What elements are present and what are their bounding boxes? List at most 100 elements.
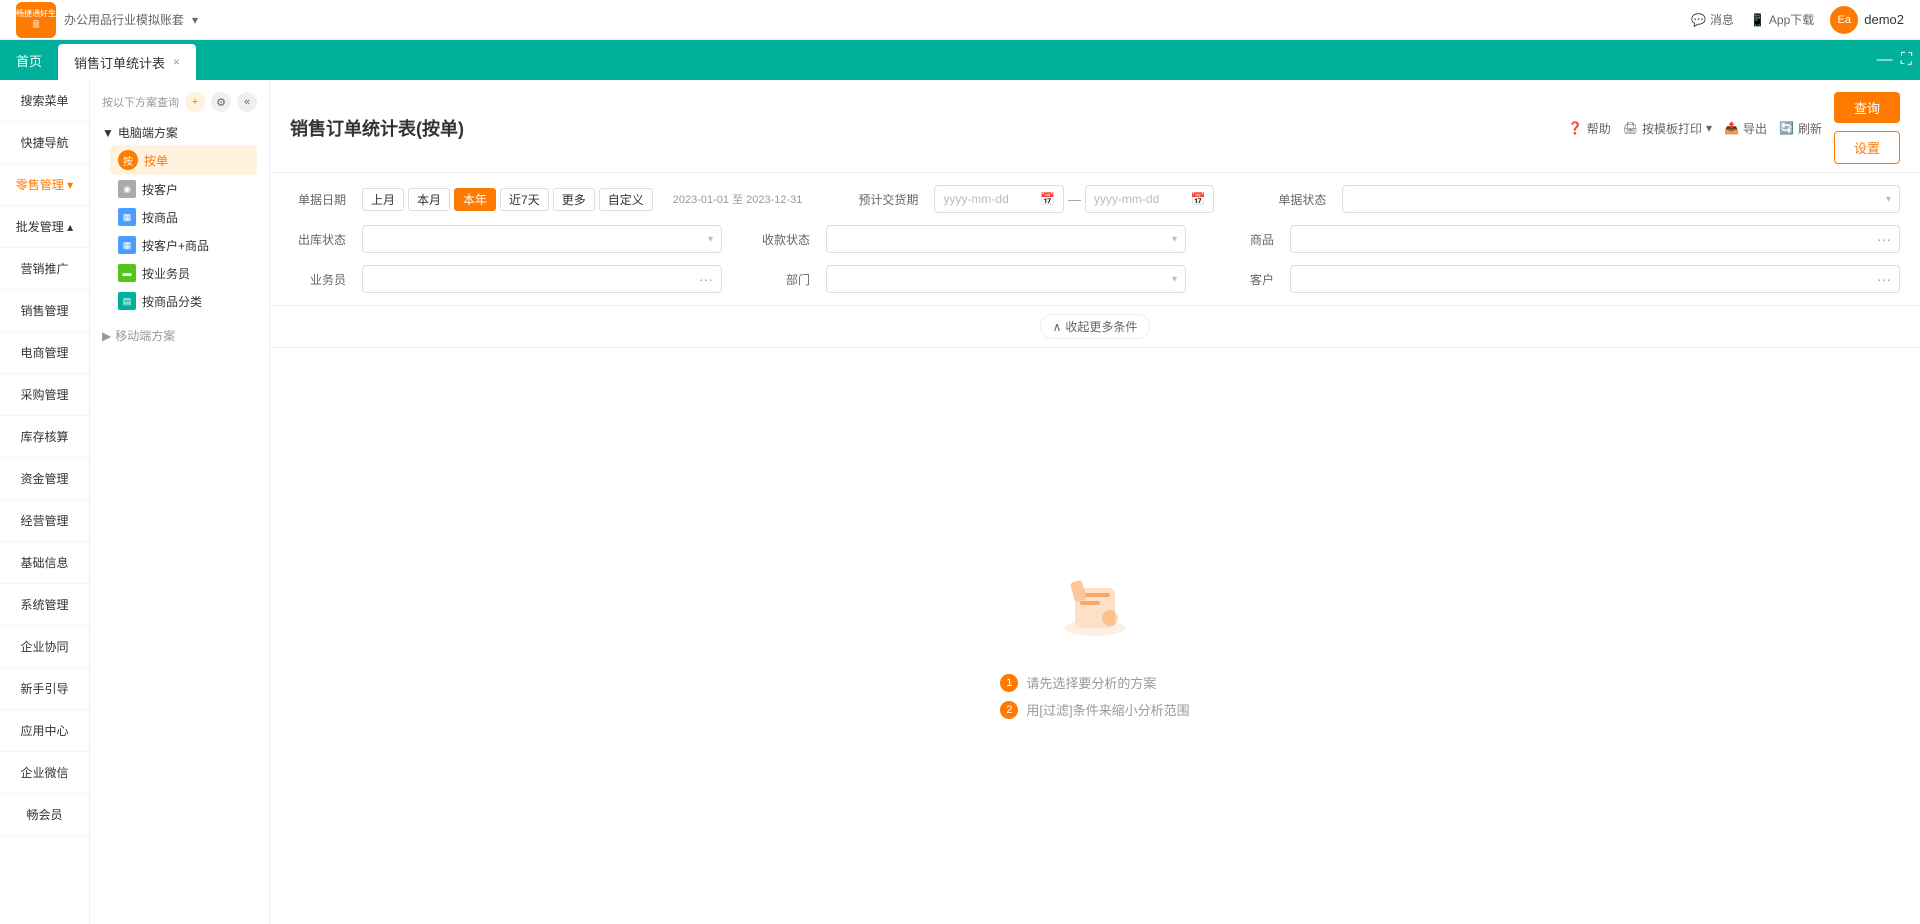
sidebar-item-inventory[interactable]: 库存核算 <box>0 416 89 458</box>
scheme-item-salesperson[interactable]: ▬ 按业务员 <box>110 259 257 287</box>
content-area: 按以下方案查询 + ⚙ « ▼ 电脑端方案 按 按单 <box>90 80 1920 924</box>
top-bar-left: 畅捷通好生意 办公用品行业模拟账套 ▾ <box>16 2 198 38</box>
scheme-mobile-title[interactable]: ▶ 移动端方案 <box>102 327 257 344</box>
sidebar-item-member[interactable]: 畅会员 <box>0 794 89 836</box>
date-range-display: 2023-01-01 至 2023-12-31 <box>673 191 803 207</box>
title-dropdown[interactable]: ▾ <box>192 13 198 27</box>
sidebar-item-wechat[interactable]: 企业微信 <box>0 752 89 794</box>
app-logo: 畅捷通好生意 <box>16 2 56 38</box>
out-status-arrow: ▾ <box>708 234 713 245</box>
pay-status-select[interactable]: ▾ <box>826 225 1186 253</box>
tab-close-btn[interactable]: × <box>173 55 180 69</box>
print-btn[interactable]: 🖨 按模板打印 ▾ <box>1623 120 1712 137</box>
date-btn-thismonth[interactable]: 本月 <box>408 188 450 211</box>
scheme-panel-title: 按以下方案查询 <box>102 94 179 110</box>
status-select-arrow: ▾ <box>1886 194 1891 205</box>
scheme-pc-title[interactable]: ▼ 电脑端方案 <box>102 124 257 141</box>
date-btn-custom[interactable]: 自定义 <box>599 188 653 211</box>
calendar-icon-end: 📅 <box>1190 192 1205 206</box>
scheme-settings-btn[interactable]: ⚙ <box>211 92 231 112</box>
scheme-item-customer-goods[interactable]: ▦ 按客户+商品 <box>110 231 257 259</box>
tab-active[interactable]: 销售订单统计表 × <box>58 44 196 80</box>
sidebar-item-ecommerce[interactable]: 电商管理 <box>0 332 89 374</box>
filter-area: 单据日期 上月 本月 本年 近7天 更多 自定义 2023-01-01 至 20… <box>270 173 1920 306</box>
tab-bar: 首页 销售订单统计表 × — ⛶ <box>0 40 1920 80</box>
query-btn[interactable]: 查询 <box>1834 92 1900 123</box>
sidebar-item-operations[interactable]: 经营管理 <box>0 500 89 542</box>
export-icon: 📤 <box>1724 121 1739 135</box>
sidebar-item-sales[interactable]: 销售管理 <box>0 290 89 332</box>
date-btn-lastmonth[interactable]: 上月 <box>362 188 404 211</box>
top-bar-right: 💬 消息 📱 App下载 Ea demo2 <box>1691 6 1904 34</box>
tab-bar-right: — ⛶ <box>1877 51 1920 69</box>
tab-home[interactable]: 首页 <box>0 40 58 80</box>
refresh-btn[interactable]: 🔄 刷新 <box>1779 120 1822 137</box>
date-filter-label: 单据日期 <box>290 191 346 208</box>
sidebar-item-purchase[interactable]: 采购管理 <box>0 374 89 416</box>
out-status-label: 出库状态 <box>290 231 346 248</box>
expected-date-label: 预计交货期 <box>858 191 918 208</box>
sidebar-item-collab[interactable]: 企业协同 <box>0 626 89 668</box>
goods-dots[interactable]: ··· <box>1877 231 1891 247</box>
scheme-item-goods[interactable]: ▦ 按商品 <box>110 203 257 231</box>
date-btn-group: 上月 本月 本年 近7天 更多 自定义 <box>362 188 653 211</box>
expected-date-wrap: yyyy-mm-dd 📅 — yyyy-mm-dd 📅 <box>934 185 1214 213</box>
sidebar-item-guide[interactable]: 新手引导 <box>0 668 89 710</box>
customer-select[interactable]: ··· <box>1290 265 1900 293</box>
help-btn[interactable]: ❓ 帮助 <box>1568 120 1611 137</box>
page-header: 销售订单统计表(按单) ❓ 帮助 🖨 按模板打印 ▾ 📤 导出 <box>270 80 1920 173</box>
goods-select[interactable]: ··· <box>1290 225 1900 253</box>
sidebar-item-finance[interactable]: 资金管理 <box>0 458 89 500</box>
sidebar-item-shortcut[interactable]: 快捷导航 <box>0 122 89 164</box>
window-minimize-icon[interactable]: — <box>1877 51 1893 69</box>
scheme-item-category[interactable]: ▤ 按商品分类 <box>110 287 257 315</box>
pay-status-label: 收款状态 <box>754 231 810 248</box>
message-icon: 💬 <box>1691 13 1706 27</box>
scheme-item-order[interactable]: 按 按单 <box>110 145 257 175</box>
window-maximize-icon[interactable]: ⛶ <box>1901 51 1912 69</box>
scheme-add-btn[interactable]: + <box>185 92 205 112</box>
filter-row-date: 单据日期 上月 本月 本年 近7天 更多 自定义 2023-01-01 至 20… <box>290 185 1900 213</box>
empty-hint-2: 2 用[过滤]条件来缩小分析范围 <box>1000 700 1189 719</box>
scheme-collapse-btn[interactable]: « <box>237 92 257 112</box>
hint-num-2: 2 <box>1000 701 1018 719</box>
export-btn[interactable]: 📤 导出 <box>1724 120 1767 137</box>
department-select[interactable]: ▾ <box>826 265 1186 293</box>
print-dropdown-icon[interactable]: ▾ <box>1706 121 1712 135</box>
status-select[interactable]: ▾ <box>1342 185 1900 213</box>
scheme-item-customer[interactable]: ◉ 按客户 <box>110 175 257 203</box>
sidebar-item-apps[interactable]: 应用中心 <box>0 710 89 752</box>
sidebar-item-basic[interactable]: 基础信息 <box>0 542 89 584</box>
customer-dots[interactable]: ··· <box>1877 271 1891 287</box>
sidebar-item-search[interactable]: 搜索菜单 <box>0 80 89 122</box>
out-status-select[interactable]: ▾ <box>362 225 722 253</box>
top-bar: 畅捷通好生意 办公用品行业模拟账套 ▾ 💬 消息 📱 App下载 Ea demo… <box>0 0 1920 40</box>
date-separator: — <box>1068 192 1081 207</box>
app-download-btn[interactable]: 📱 App下载 <box>1750 11 1814 28</box>
salesperson-dots[interactable]: ··· <box>699 271 713 287</box>
salesperson-select[interactable]: ··· <box>362 265 722 293</box>
expected-date-end[interactable]: yyyy-mm-dd 📅 <box>1085 185 1215 213</box>
collapse-row: ∧ 收起更多条件 <box>270 306 1920 348</box>
avatar: Ea <box>1830 6 1858 34</box>
sidebar-item-retail[interactable]: 零售管理 ▾ <box>0 164 89 206</box>
scheme-sp-icon: ▬ <box>118 264 136 282</box>
sidebar: 搜索菜单 快捷导航 零售管理 ▾ 批发管理 ▴ 营销推广 销售管理 电商管理 采… <box>0 80 90 924</box>
user-area[interactable]: Ea demo2 <box>1830 6 1904 34</box>
status-label: 单据状态 <box>1270 191 1326 208</box>
action-col: 查询 设置 <box>1834 92 1900 164</box>
date-btn-thisyear[interactable]: 本年 <box>454 188 496 211</box>
date-btn-more[interactable]: 更多 <box>553 188 595 211</box>
settings-btn[interactable]: 设置 <box>1834 131 1900 164</box>
collapse-btn[interactable]: ∧ 收起更多条件 <box>1040 314 1151 339</box>
scheme-panel-header: 按以下方案查询 + ⚙ « <box>90 88 269 120</box>
salesperson-label: 业务员 <box>290 271 346 288</box>
date-btn-7days[interactable]: 近7天 <box>500 188 549 211</box>
expected-date-start[interactable]: yyyy-mm-dd 📅 <box>934 185 1064 213</box>
user-name: demo2 <box>1864 12 1904 27</box>
sidebar-item-wholesale[interactable]: 批发管理 ▴ <box>0 206 89 248</box>
main-layout: 搜索菜单 快捷导航 零售管理 ▾ 批发管理 ▴ 营销推广 销售管理 电商管理 采… <box>0 80 1920 924</box>
sidebar-item-marketing[interactable]: 营销推广 <box>0 248 89 290</box>
sidebar-item-system[interactable]: 系统管理 <box>0 584 89 626</box>
message-btn[interactable]: 💬 消息 <box>1691 11 1734 28</box>
